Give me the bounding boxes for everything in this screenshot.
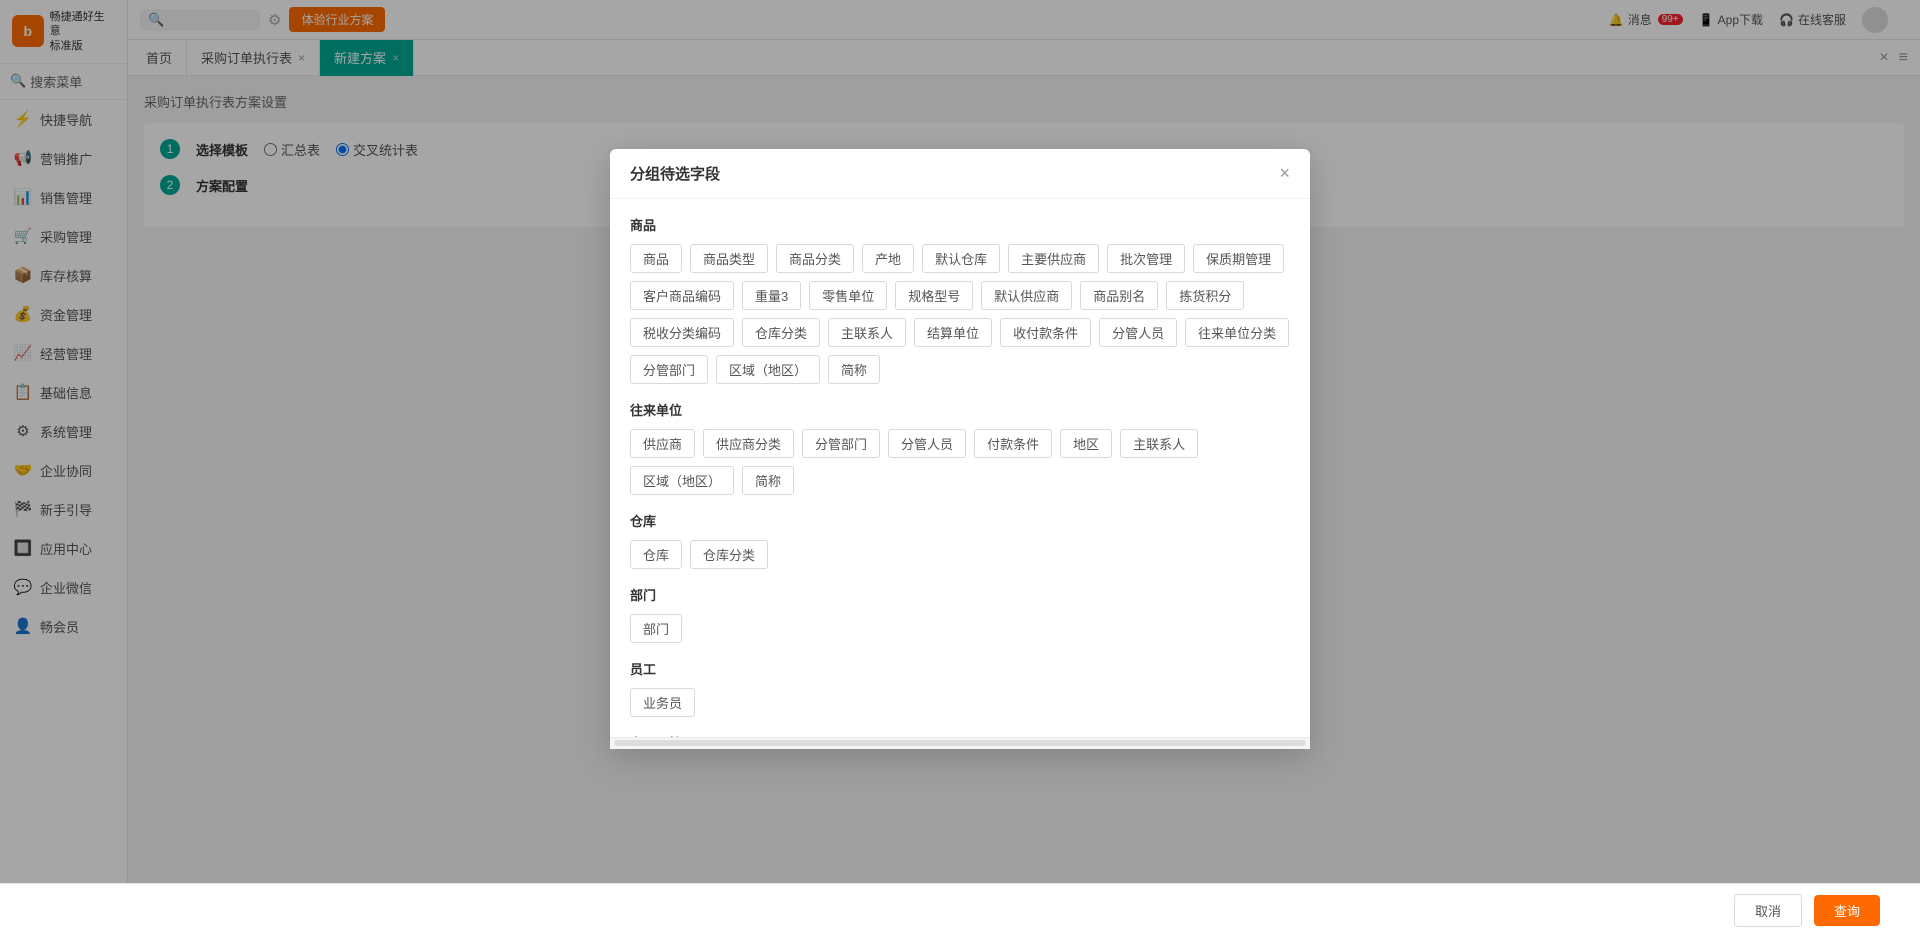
- field-tag[interactable]: 商品别名: [1080, 281, 1158, 310]
- field-tag[interactable]: 仓库: [630, 540, 682, 569]
- section-warehouse-tags: 仓库 仓库分类: [630, 540, 1290, 569]
- modal-close-icon[interactable]: ×: [1279, 164, 1290, 182]
- section-department-title: 部门: [630, 585, 1290, 604]
- section-warehouse: 仓库 仓库 仓库分类: [630, 511, 1290, 569]
- field-tag[interactable]: 供应商: [630, 429, 695, 458]
- field-tag[interactable]: 规格型号: [895, 281, 973, 310]
- field-tag[interactable]: 产地: [862, 244, 914, 273]
- field-tag[interactable]: 业务员: [630, 688, 695, 717]
- section-product-title: 商品: [630, 215, 1290, 234]
- field-tag[interactable]: 零售单位: [809, 281, 887, 310]
- field-tag[interactable]: 主联系人: [1120, 429, 1198, 458]
- modal-body[interactable]: 商品 商品 商品类型 商品分类 产地 默认仓库 主要供应商 批次管理 保质期管理…: [610, 199, 1310, 737]
- field-tag[interactable]: 分管人员: [888, 429, 966, 458]
- field-tag[interactable]: 默认供应商: [981, 281, 1072, 310]
- section-product-tags: 商品 商品类型 商品分类 产地 默认仓库 主要供应商 批次管理 保质期管理 客户…: [630, 244, 1290, 384]
- field-tag[interactable]: 批次管理: [1107, 244, 1185, 273]
- field-tag[interactable]: 简称: [742, 466, 794, 495]
- field-tag[interactable]: 客户商品编码: [630, 281, 734, 310]
- modal-header: 分组待选字段 ×: [610, 149, 1310, 199]
- section-partner: 往来单位 供应商 供应商分类 分管部门 分管人员 付款条件 地区 主联系人 区域…: [630, 400, 1290, 495]
- modal: 分组待选字段 × 商品 商品 商品类型 商品分类 产地 默认仓库 主要供应商 批…: [610, 149, 1310, 749]
- field-tag[interactable]: 商品类型: [690, 244, 768, 273]
- field-tag[interactable]: 默认仓库: [922, 244, 1000, 273]
- field-tag[interactable]: 仓库分类: [690, 540, 768, 569]
- field-tag[interactable]: 主要供应商: [1008, 244, 1099, 273]
- footer-bar: 取消 查询: [0, 883, 1920, 937]
- section-employee-tags: 业务员: [630, 688, 1290, 717]
- field-tag[interactable]: 商品: [630, 244, 682, 273]
- field-tag[interactable]: 结算单位: [914, 318, 992, 347]
- field-tag[interactable]: 供应商分类: [703, 429, 794, 458]
- section-warehouse-title: 仓库: [630, 511, 1290, 530]
- section-partner-tags: 供应商 供应商分类 分管部门 分管人员 付款条件 地区 主联系人 区域（地区） …: [630, 429, 1290, 495]
- section-department-tags: 部门: [630, 614, 1290, 643]
- field-tag[interactable]: 区域（地区）: [630, 466, 734, 495]
- modal-hscrollbar[interactable]: [610, 737, 1310, 749]
- modal-title: 分组待选字段: [630, 163, 720, 184]
- field-tag[interactable]: 税收分类编码: [630, 318, 734, 347]
- section-product: 商品 商品 商品类型 商品分类 产地 默认仓库 主要供应商 批次管理 保质期管理…: [630, 215, 1290, 384]
- field-tag[interactable]: 简称: [828, 355, 880, 384]
- field-tag[interactable]: 分管人员: [1099, 318, 1177, 347]
- field-tag[interactable]: 收付款条件: [1000, 318, 1091, 347]
- section-partner-title: 往来单位: [630, 400, 1290, 419]
- field-tag[interactable]: 保质期管理: [1193, 244, 1284, 273]
- field-tag[interactable]: 地区: [1060, 429, 1112, 458]
- field-tag[interactable]: 区域（地区）: [716, 355, 820, 384]
- field-tag[interactable]: 商品分类: [776, 244, 854, 273]
- section-employee-title: 员工: [630, 659, 1290, 678]
- field-tag[interactable]: 部门: [630, 614, 682, 643]
- field-tag[interactable]: 分管部门: [802, 429, 880, 458]
- confirm-button[interactable]: 查询: [1814, 895, 1880, 926]
- section-employee: 员工 业务员: [630, 659, 1290, 717]
- modal-overlay[interactable]: 分组待选字段 × 商品 商品 商品类型 商品分类 产地 默认仓库 主要供应商 批…: [0, 0, 1920, 937]
- field-tag[interactable]: 仓库分类: [742, 318, 820, 347]
- cancel-button[interactable]: 取消: [1734, 894, 1802, 927]
- field-tag[interactable]: 付款条件: [974, 429, 1052, 458]
- field-tag[interactable]: 往来单位分类: [1185, 318, 1289, 347]
- field-tag[interactable]: 拣货积分: [1166, 281, 1244, 310]
- hscrollbar-track: [614, 740, 1306, 746]
- field-tag[interactable]: 主联系人: [828, 318, 906, 347]
- field-tag[interactable]: 分管部门: [630, 355, 708, 384]
- field-tag[interactable]: 重量3: [742, 281, 801, 310]
- section-department: 部门 部门: [630, 585, 1290, 643]
